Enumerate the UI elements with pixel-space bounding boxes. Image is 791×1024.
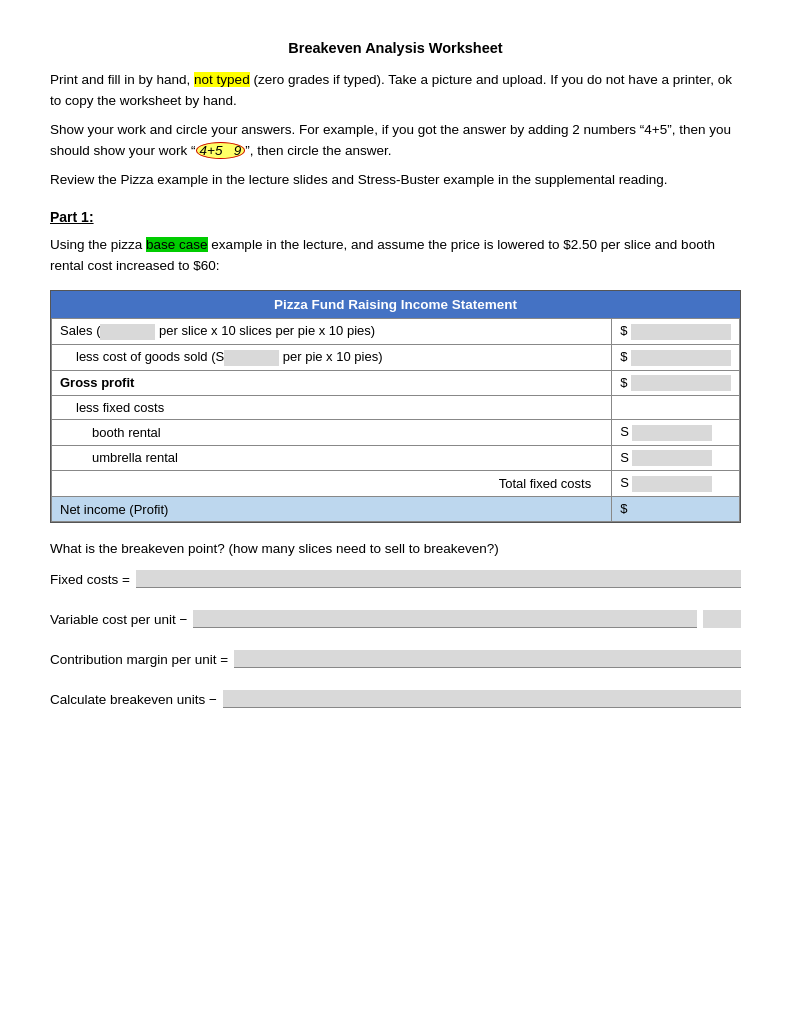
total-fixed-dollar-cell: S — [612, 471, 740, 497]
breakeven-question: What is the breakeven point? (how many s… — [50, 541, 741, 556]
row-label: less cost of goods sold (S per pie x 10 … — [52, 345, 612, 371]
calculate-label: Calculate breakeven units − — [50, 692, 217, 707]
income-table: Sales ( per slice x 10 slices per pie x … — [51, 318, 740, 522]
net-income-input[interactable] — [631, 501, 731, 517]
base-case-highlight: base case — [146, 237, 208, 252]
breakeven-section: What is the breakeven point? (how many s… — [50, 541, 741, 708]
variable-cost-answer-short[interactable] — [703, 610, 741, 628]
variable-cost-row: Variable cost per unit − — [50, 610, 741, 628]
table-row: Gross profit $ — [52, 370, 740, 396]
variable-cost-label: Variable cost per unit − — [50, 612, 187, 627]
part1-desc-before: Using the pizza — [50, 237, 146, 252]
booth-dollar-cell: S — [612, 420, 740, 446]
table-row: less fixed costs — [52, 396, 740, 420]
row-label-gross-profit: Gross profit — [52, 370, 612, 396]
table-row: less cost of goods sold (S per pie x 10 … — [52, 345, 740, 371]
calculate-answer-line[interactable] — [223, 690, 741, 708]
row-label-less-fixed: less fixed costs — [52, 396, 612, 420]
math-example: 4+5 9 — [196, 142, 246, 159]
umbrella-input[interactable] — [632, 450, 712, 466]
cogs-total-input[interactable] — [631, 350, 731, 366]
sales-dollar-cell: $ — [612, 319, 740, 345]
table-row: Sales ( per slice x 10 slices per pie x … — [52, 319, 740, 345]
umbrella-dollar-cell: S — [612, 445, 740, 471]
fixed-costs-row: Fixed costs = — [50, 570, 741, 588]
cogs-dollar-cell: $ — [612, 345, 740, 371]
intro-paragraph3: Review the Pizza example in the lecture … — [50, 170, 741, 191]
empty-cell — [612, 396, 740, 420]
table-row: umbrella rental S — [52, 445, 740, 471]
contribution-margin-answer-line[interactable] — [234, 650, 741, 668]
table-row-net-income: Net income (Profit) $ — [52, 496, 740, 522]
part1-description: Using the pizza base case example in the… — [50, 235, 741, 277]
sales-total-input[interactable] — [631, 324, 731, 340]
part1-heading: Part 1: — [50, 209, 741, 225]
contribution-margin-row: Contribution margin per unit = — [50, 650, 741, 668]
fixed-costs-answer-line[interactable] — [136, 570, 741, 588]
row-label: Sales ( per slice x 10 slices per pie x … — [52, 319, 612, 345]
intro-paragraph2: Show your work and circle your answers. … — [50, 120, 741, 162]
gross-profit-input[interactable] — [631, 375, 731, 391]
intro-line2-after: ”, then circle the answer. — [245, 143, 391, 158]
table-title: Pizza Fund Raising Income Statement — [51, 291, 740, 318]
fixed-costs-label: Fixed costs = — [50, 572, 130, 587]
contribution-margin-label: Contribution margin per unit = — [50, 652, 228, 667]
net-income-dollar-cell: $ — [612, 496, 740, 522]
variable-cost-answer-line[interactable] — [193, 610, 697, 628]
page-title: Breakeven Analysis Worksheet — [50, 40, 741, 56]
row-label-total-fixed: Total fixed costs — [52, 471, 612, 497]
calculate-breakeven-row: Calculate breakeven units − — [50, 690, 741, 708]
row-label-net-income: Net income (Profit) — [52, 496, 612, 522]
table-row: booth rental S — [52, 420, 740, 446]
table-row: Total fixed costs S — [52, 471, 740, 497]
intro-paragraph: Print and fill in by hand, not typed (ze… — [50, 70, 741, 112]
cogs-price-input[interactable] — [224, 350, 279, 366]
row-label-booth: booth rental — [52, 420, 612, 446]
sales-price-input[interactable] — [100, 324, 155, 340]
row-label-umbrella: umbrella rental — [52, 445, 612, 471]
total-fixed-input[interactable] — [632, 476, 712, 492]
income-statement-table: Pizza Fund Raising Income Statement Sale… — [50, 290, 741, 523]
not-typed-highlight: not typed — [194, 72, 250, 87]
gross-profit-dollar-cell: $ — [612, 370, 740, 396]
intro-line1-before: Print and fill in by hand, — [50, 72, 194, 87]
booth-input[interactable] — [632, 425, 712, 441]
